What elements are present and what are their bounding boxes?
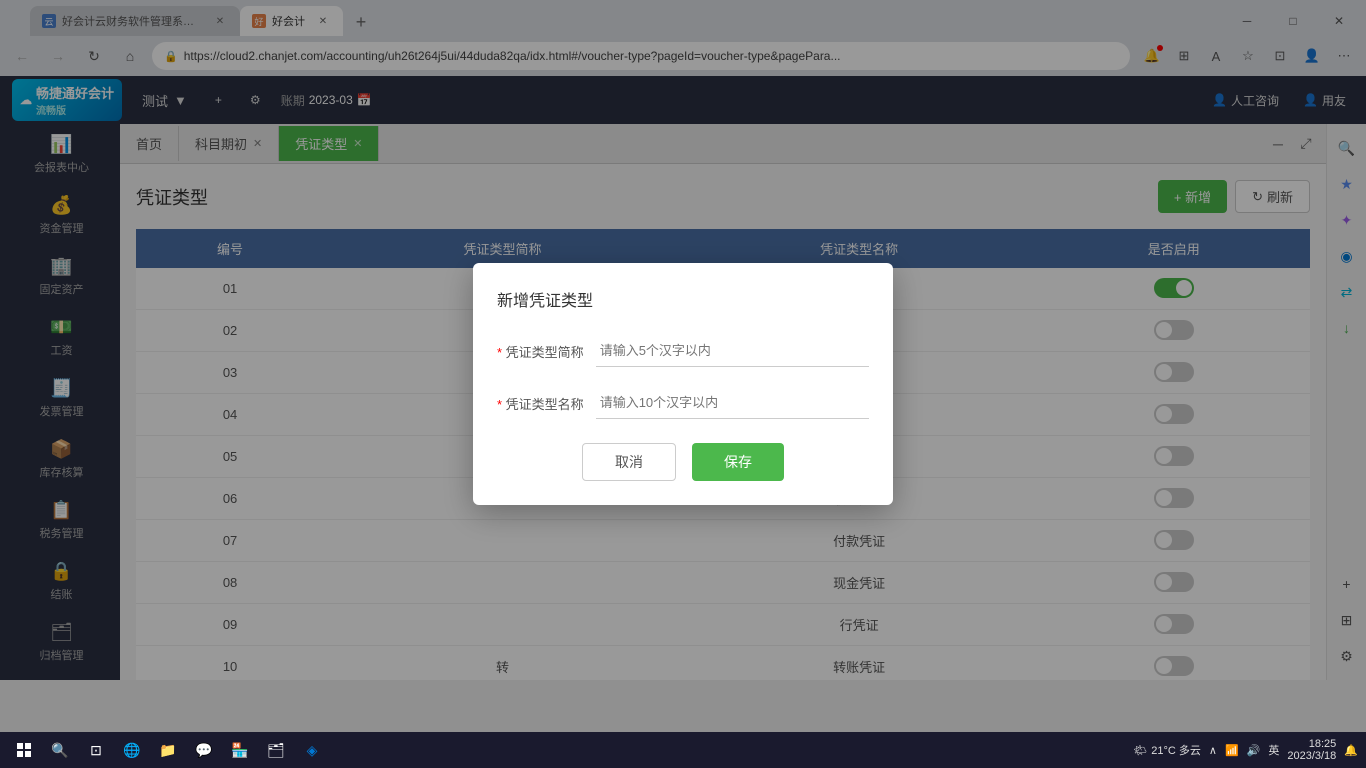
task-view-button[interactable]: ⊡ — [80, 736, 112, 764]
dialog-title: 新增凭证类型 — [497, 287, 869, 311]
cancel-button[interactable]: 取消 — [582, 443, 676, 481]
taskbar-right: 🌤 21°C 多云 ∧ 📶 🔊 英 18:25 2023/3/18 🔔 — [1133, 738, 1358, 762]
taskbar-clock[interactable]: 18:25 2023/3/18 — [1287, 738, 1336, 762]
search-taskbar-button[interactable]: 🔍 — [44, 736, 76, 764]
taskbar: 🔍 ⊡ 🌐 📁 💬 🏪 🗂 ◈ 🌤 21°C 多云 ∧ 📶 🔊 英 18:25 … — [0, 732, 1366, 768]
clock-date: 2023/3/18 — [1287, 750, 1336, 762]
language-indicator: 英 — [1268, 742, 1279, 758]
short-name-input[interactable] — [596, 335, 869, 367]
files-button[interactable]: 🗂 — [260, 736, 292, 764]
new-voucher-dialog: 新增凭证类型 凭证类型简称 凭证类型名称 取消 保存 — [473, 263, 893, 505]
notification-icon[interactable]: 🔔 — [1344, 744, 1358, 757]
short-name-row: 凭证类型简称 — [497, 335, 869, 367]
weather-text: 21°C 多云 — [1151, 742, 1201, 758]
save-button[interactable]: 保存 — [692, 443, 784, 481]
dialog-actions: 取消 保存 — [497, 443, 869, 481]
full-name-input[interactable] — [596, 387, 869, 419]
signal-icon: 📶 — [1225, 744, 1239, 757]
weather-info: 🌤 21°C 多云 — [1133, 742, 1201, 758]
full-name-row: 凭证类型名称 — [497, 387, 869, 419]
clock-time: 18:25 — [1287, 738, 1336, 750]
store-button[interactable]: 🏪 — [224, 736, 256, 764]
edge-button[interactable]: ◈ — [296, 736, 328, 764]
wechat-button[interactable]: 💬 — [188, 736, 220, 764]
explorer-button[interactable]: 📁 — [152, 736, 184, 764]
chrome-button[interactable]: 🌐 — [116, 736, 148, 764]
start-button[interactable] — [8, 736, 40, 764]
weather-icon: 🌤 — [1133, 744, 1147, 757]
taskbar-arrows[interactable]: ∧ — [1209, 744, 1217, 757]
sound-icon: 🔊 — [1247, 744, 1261, 757]
dialog-overlay: 新增凭证类型 凭证类型简称 凭证类型名称 取消 保存 — [0, 0, 1366, 768]
short-name-label: 凭证类型简称 — [497, 342, 584, 361]
full-name-label: 凭证类型名称 — [497, 394, 584, 413]
